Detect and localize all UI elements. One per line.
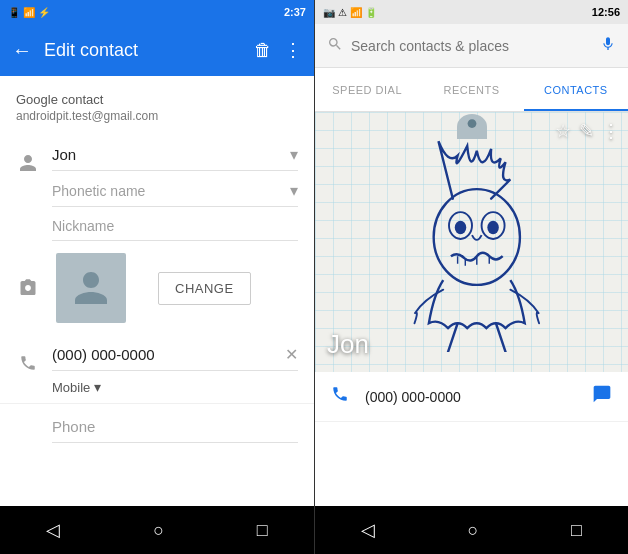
- person-icon: [16, 151, 40, 175]
- left-status-icons: 📱 📶 ⚡: [8, 7, 50, 18]
- phone-number-field[interactable]: ✕: [52, 335, 298, 371]
- right-status-icons: 📷 ⚠ 📶 🔋: [323, 7, 377, 18]
- extra-phone-field[interactable]: [52, 408, 298, 443]
- name-fields: ▾ ▾: [52, 135, 298, 241]
- expand-icon: ▾: [290, 145, 298, 164]
- tabs-bar: SPEED DIAL RECENTS CONTACTS: [315, 68, 628, 112]
- photo-row: CHANGE: [0, 245, 314, 331]
- right-panel: 📷 ⚠ 📶 🔋 12:56 SPEED DIAL RECENTS CON: [314, 0, 628, 554]
- contact-card: ☆ ✎ ⋮ Jon (000) 000-0000: [315, 112, 628, 506]
- contact-overlay-icons: ☆ ✎ ⋮: [555, 120, 620, 142]
- name-input[interactable]: [52, 146, 290, 163]
- right-back-nav[interactable]: ◁: [341, 511, 395, 549]
- contact-info: (000) 000-0000: [315, 372, 628, 422]
- left-home-nav[interactable]: ○: [133, 512, 184, 549]
- left-back-nav[interactable]: ◁: [26, 511, 80, 549]
- right-home-nav[interactable]: ○: [448, 512, 499, 549]
- name-field[interactable]: ▾: [52, 135, 298, 171]
- extra-phone-row: [0, 403, 314, 447]
- phone-type-label: Mobile: [52, 380, 90, 395]
- phone-fields: ✕ Mobile ▾: [52, 335, 298, 399]
- phonetic-field[interactable]: ▾: [52, 171, 298, 207]
- left-bottom-nav: ◁ ○ □: [0, 506, 314, 554]
- edit-icon[interactable]: ✎: [579, 120, 594, 142]
- toolbar-title: Edit contact: [44, 40, 242, 61]
- right-bottom-nav: ◁ ○ □: [315, 506, 628, 554]
- monster-svg: [382, 122, 562, 352]
- extra-phone-input[interactable]: [52, 418, 242, 435]
- right-time: 12:56: [592, 6, 620, 18]
- left-time: 2:37: [284, 6, 306, 18]
- contact-image: ☆ ✎ ⋮ Jon: [315, 112, 628, 372]
- tab-contacts[interactable]: CONTACTS: [524, 68, 628, 111]
- contact-phone-icon[interactable]: [331, 385, 349, 408]
- svg-point-0: [433, 189, 519, 285]
- phone-row: ✕ Mobile ▾: [0, 331, 314, 403]
- svg-point-2: [454, 221, 466, 234]
- right-status-bar: 📷 ⚠ 📶 🔋 12:56: [315, 0, 628, 24]
- message-icon[interactable]: [592, 384, 612, 409]
- tab-recents[interactable]: RECENTS: [419, 68, 523, 111]
- delete-button[interactable]: 🗑: [254, 40, 272, 61]
- edit-contact-toolbar: ← Edit contact 🗑 ⋮: [0, 24, 314, 76]
- tab-speed-dial[interactable]: SPEED DIAL: [315, 68, 419, 111]
- peeking-avatar: [457, 114, 487, 139]
- star-icon[interactable]: ☆: [555, 120, 571, 142]
- camera-icon-area: [16, 278, 40, 298]
- clear-phone-icon[interactable]: ✕: [285, 345, 298, 364]
- phonetic-input[interactable]: [52, 182, 290, 199]
- mic-icon[interactable]: [600, 36, 616, 56]
- svg-point-4: [487, 221, 499, 234]
- right-recents-nav[interactable]: □: [551, 512, 602, 549]
- left-panel: 📱 📶 ⚡ 2:37 ← Edit contact 🗑 ⋮ Google con…: [0, 0, 314, 554]
- search-bar: [315, 24, 628, 68]
- change-photo-button[interactable]: CHANGE: [158, 272, 251, 305]
- left-status-bar: 📱 📶 ⚡ 2:37: [0, 0, 314, 24]
- left-recents-nav[interactable]: □: [237, 512, 288, 549]
- phone-icon: [16, 351, 40, 375]
- phone-type-row[interactable]: Mobile ▾: [52, 371, 298, 399]
- phone-type-dropdown[interactable]: ▾: [94, 379, 101, 395]
- contact-photo-placeholder[interactable]: [56, 253, 126, 323]
- nickname-field[interactable]: [52, 207, 298, 241]
- nickname-input[interactable]: [52, 217, 298, 234]
- name-row: ▾ ▾: [0, 131, 314, 245]
- left-content: Google contact androidpit.test@gmail.com…: [0, 76, 314, 506]
- more-vert-icon[interactable]: ⋮: [602, 120, 620, 142]
- account-section: Google contact androidpit.test@gmail.com: [0, 76, 314, 131]
- phonetic-expand-icon: ▾: [290, 181, 298, 200]
- more-button[interactable]: ⋮: [284, 39, 302, 61]
- phone-number-input[interactable]: [52, 346, 285, 363]
- contact-name-overlay: Jon: [327, 329, 369, 360]
- back-button[interactable]: ←: [12, 39, 32, 62]
- contact-phone-row: (000) 000-0000: [315, 372, 628, 422]
- account-email: androidpit.test@gmail.com: [16, 109, 298, 123]
- account-label: Google contact: [16, 92, 298, 107]
- search-icon: [327, 36, 343, 56]
- contact-phone-number: (000) 000-0000: [365, 389, 576, 405]
- search-input[interactable]: [351, 38, 592, 54]
